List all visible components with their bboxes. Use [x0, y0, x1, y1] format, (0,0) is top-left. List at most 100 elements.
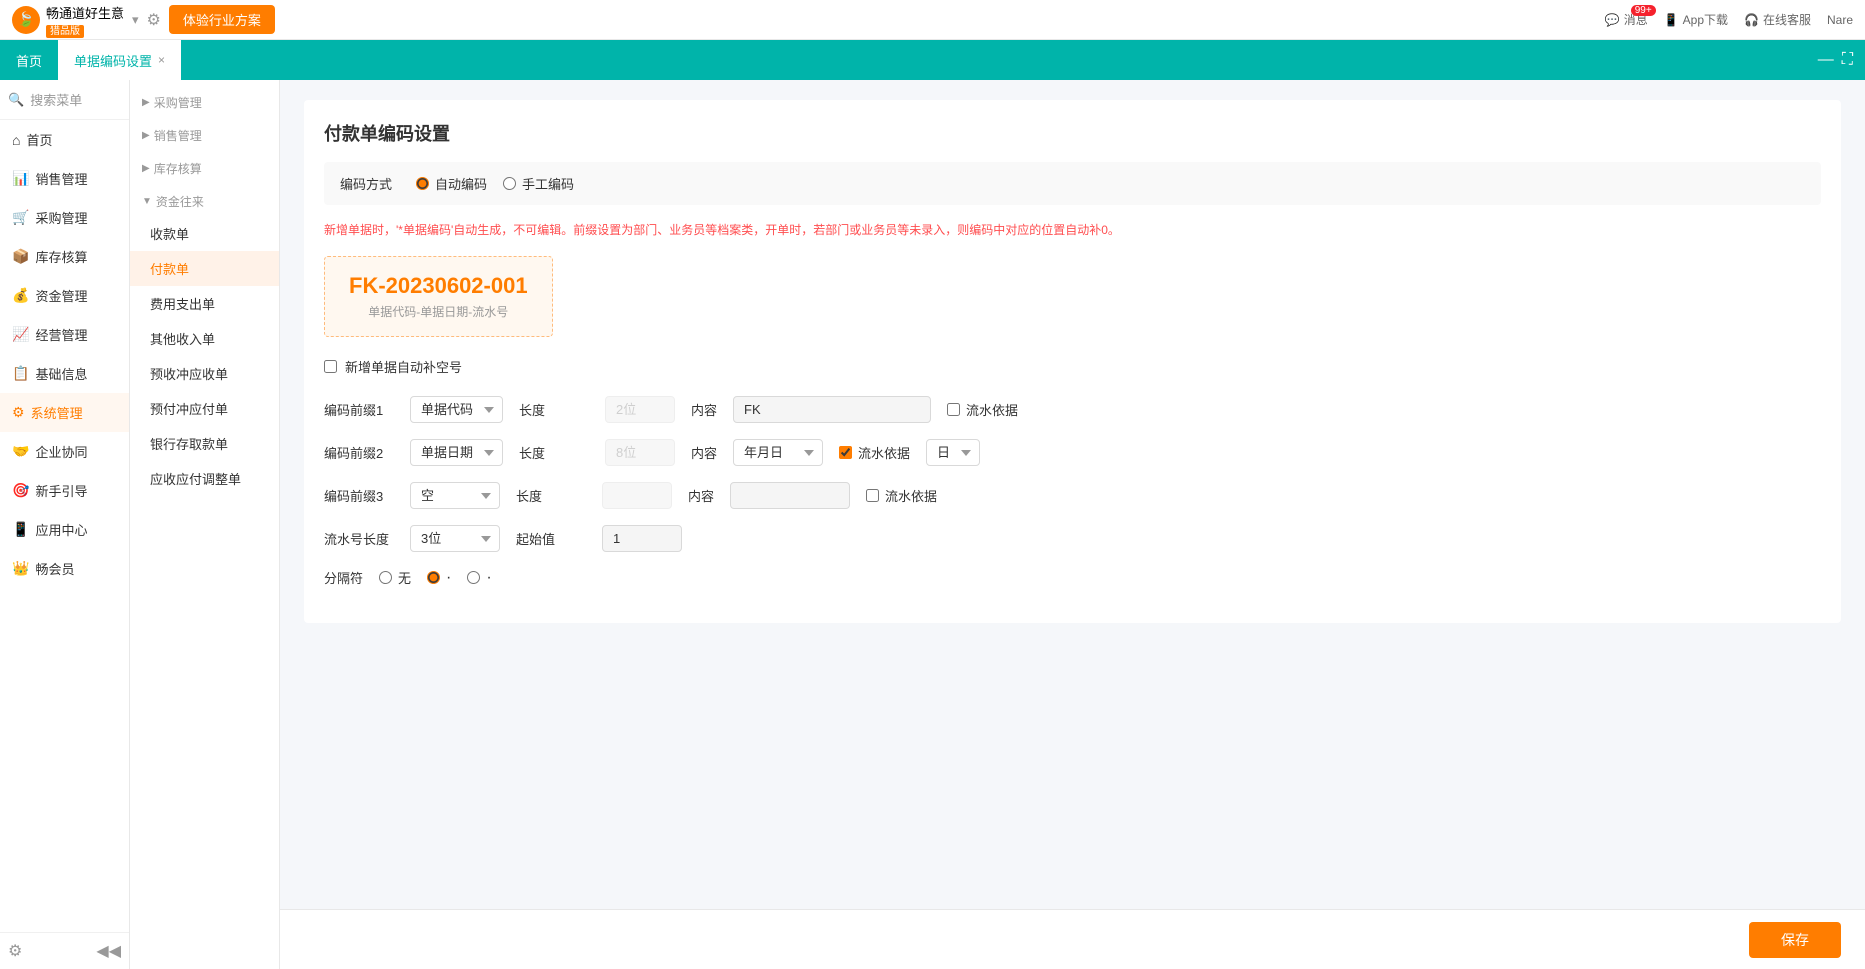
separator-label: 分隔符 — [324, 568, 363, 587]
sidebar: 🔍 搜索菜单 ⌂ 首页 📊 销售管理 🛒 采购管理 📦 库存核算 💰 资金管理 … — [0, 80, 130, 969]
radio-manual-input[interactable] — [503, 177, 516, 190]
tab-home-label: 首页 — [16, 51, 42, 70]
sidebar-item-home[interactable]: ⌂ 首页 — [0, 120, 129, 159]
prefix2-row: 编码前缀2 单据日期 长度 8位 内容 年月日 流水依据 — [324, 439, 1821, 466]
sidebar-item-apps[interactable]: 📱 应用中心 — [0, 510, 129, 549]
trial-button[interactable]: 体验行业方案 — [169, 5, 275, 34]
online-service-item[interactable]: 🎧 在线客服 — [1744, 11, 1811, 28]
save-button[interactable]: 保存 — [1749, 922, 1841, 958]
sidebar-item-purchase[interactable]: 🛒 采购管理 — [0, 198, 129, 237]
prefix1-select[interactable]: 单据代码 — [410, 396, 503, 423]
submenu-item-other-income[interactable]: 其他收入单 — [130, 321, 279, 356]
sep-none-radio[interactable]: 无 — [379, 568, 411, 587]
sep-dash-radio[interactable]: · — [427, 569, 451, 587]
sep-none-input[interactable] — [379, 571, 392, 584]
sidebar-item-sales[interactable]: 📊 销售管理 — [0, 159, 129, 198]
submenu-item-bank[interactable]: 银行存取款单 — [130, 426, 279, 461]
prefix2-stream-checkbox[interactable] — [839, 446, 852, 459]
sidebar-item-operation[interactable]: 📈 经营管理 — [0, 315, 129, 354]
prefix3-stream-checkbox[interactable] — [866, 489, 879, 502]
auto-fill-checkbox[interactable] — [324, 360, 337, 373]
prefix1-length-select[interactable]: 2位 — [605, 396, 675, 423]
sidebar-item-member[interactable]: 👑 畅会员 — [0, 549, 129, 588]
submenu-item-pre-pay-label: 预付冲应付单 — [150, 402, 228, 417]
minimize-icon[interactable]: — — [1818, 51, 1834, 69]
submenu-group-capital-title[interactable]: ▼ 资金往来 — [130, 187, 279, 216]
app-download-item[interactable]: 📱 App下载 — [1664, 11, 1728, 28]
sidebar-search[interactable]: 🔍 搜索菜单 — [0, 80, 129, 120]
submenu-item-adjustment[interactable]: 应收应付调整单 — [130, 461, 279, 496]
submenu-item-payment-label: 付款单 — [150, 262, 189, 277]
submenu-item-pre-pay[interactable]: 预付冲应付单 — [130, 391, 279, 426]
maximize-icon[interactable]: ⛶ — [1842, 51, 1853, 69]
prefix3-length-select[interactable] — [602, 482, 672, 509]
prefix2-select[interactable]: 单据日期 — [410, 439, 503, 466]
sidebar-search-label: 搜索菜单 — [30, 90, 82, 109]
search-icon: 🔍 — [8, 92, 24, 108]
system-icon: ⚙ — [12, 404, 25, 421]
settings-bottom-icon[interactable]: ⚙ — [8, 941, 22, 961]
tab-home[interactable]: 首页 — [0, 40, 58, 80]
sep-dot-radio[interactable]: · — [467, 569, 491, 587]
sidebar-item-member-label: 畅会员 — [35, 559, 74, 578]
radio-manual-label: 手工编码 — [522, 174, 574, 193]
prefix1-content-input[interactable] — [733, 396, 931, 423]
sidebar-item-purchase-label: 采购管理 — [35, 208, 87, 227]
submenu-item-pre-receive-label: 预收冲应收单 — [150, 367, 228, 382]
logo-text-line1: 畅通道好生意 — [46, 3, 124, 22]
user-info[interactable]: Nare — [1827, 13, 1853, 27]
topbar-arrow-icon[interactable]: ▾ — [132, 12, 139, 28]
prefix3-stream-label[interactable]: 流水依据 — [866, 486, 937, 505]
sidebar-item-finance[interactable]: 💰 资金管理 — [0, 276, 129, 315]
sidebar-item-enterprise[interactable]: 🤝 企业协同 — [0, 432, 129, 471]
submenu-item-receipt[interactable]: 收款单 — [130, 216, 279, 251]
sep-dot-input[interactable] — [467, 571, 480, 584]
submenu-group-capital: ▼ 资金往来 收款单 付款单 费用支出单 其他收入单 预收冲应收单 预付冲应付单 — [130, 187, 279, 496]
prefix2-length-select[interactable]: 8位 — [605, 439, 675, 466]
prefix1-stream-label[interactable]: 流水依据 — [947, 400, 1018, 419]
sep-dash-input[interactable] — [427, 571, 440, 584]
serial-length-select[interactable]: 3位 — [410, 525, 500, 552]
submenu-item-pre-receive[interactable]: 预收冲应收单 — [130, 356, 279, 391]
serial-start-input[interactable] — [602, 525, 682, 552]
submenu-group-purchase-title[interactable]: ▶ 采购管理 — [130, 88, 279, 117]
submenu-group-inventory-title[interactable]: ▶ 库存核算 — [130, 154, 279, 183]
basic-icon: 📋 — [12, 365, 29, 382]
prefix1-stream-checkbox[interactable] — [947, 403, 960, 416]
submenu: ▶ 采购管理 ▶ 销售管理 ▶ 库存核算 ▼ 资金往来 收款单 — [130, 80, 280, 969]
inventory-icon: 📦 — [12, 248, 29, 265]
radio-auto-input[interactable] — [416, 177, 429, 190]
tab-settings[interactable]: 单据编码设置 × — [58, 40, 181, 80]
sidebar-item-basic[interactable]: 📋 基础信息 — [0, 354, 129, 393]
bottom-bar: 保存 — [280, 909, 1865, 969]
logo-text: 畅通道好生意 猎品版 — [46, 3, 124, 37]
radio-manual[interactable]: 手工编码 — [503, 174, 574, 193]
submenu-item-expense[interactable]: 费用支出单 — [130, 286, 279, 321]
radio-auto[interactable]: 自动编码 — [416, 174, 487, 193]
prefix3-content-input[interactable] — [730, 482, 850, 509]
sidebar-bottom: ⚙ ◀◀ — [0, 932, 129, 969]
sep-none-label: 无 — [398, 568, 411, 587]
prefix2-content-label: 内容 — [691, 443, 717, 462]
app-download-label: App下载 — [1683, 11, 1728, 28]
prefix2-stream-unit-select[interactable]: 日 — [926, 439, 980, 466]
submenu-group-sales-title[interactable]: ▶ 销售管理 — [130, 121, 279, 150]
submenu-item-bank-label: 银行存取款单 — [150, 437, 228, 452]
submenu-group-sales: ▶ 销售管理 — [130, 121, 279, 150]
prefix2-stream-label[interactable]: 流水依据 — [839, 443, 910, 462]
message-item[interactable]: 💬 消息 99+ — [1605, 11, 1648, 28]
app-download-icon: 📱 — [1664, 13, 1679, 27]
submenu-group-inventory: ▶ 库存核算 — [130, 154, 279, 183]
submenu-item-payment[interactable]: 付款单 — [130, 251, 279, 286]
enterprise-icon: 🤝 — [12, 443, 29, 460]
sidebar-item-inventory[interactable]: 📦 库存核算 — [0, 237, 129, 276]
collapse-icon[interactable]: ◀◀ — [96, 941, 121, 961]
tab-close-icon[interactable]: × — [158, 53, 165, 67]
sidebar-item-guide[interactable]: 🎯 新手引导 — [0, 471, 129, 510]
message-badge: 99+ — [1631, 5, 1656, 16]
prefix3-select[interactable]: 空 — [410, 482, 500, 509]
sidebar-item-system[interactable]: ⚙ 系统管理 — [0, 393, 129, 432]
topbar-gear-icon[interactable]: ⚙ — [147, 10, 161, 30]
prefix2-content-select[interactable]: 年月日 — [733, 439, 823, 466]
serial-length-label: 流水号长度 — [324, 529, 394, 548]
